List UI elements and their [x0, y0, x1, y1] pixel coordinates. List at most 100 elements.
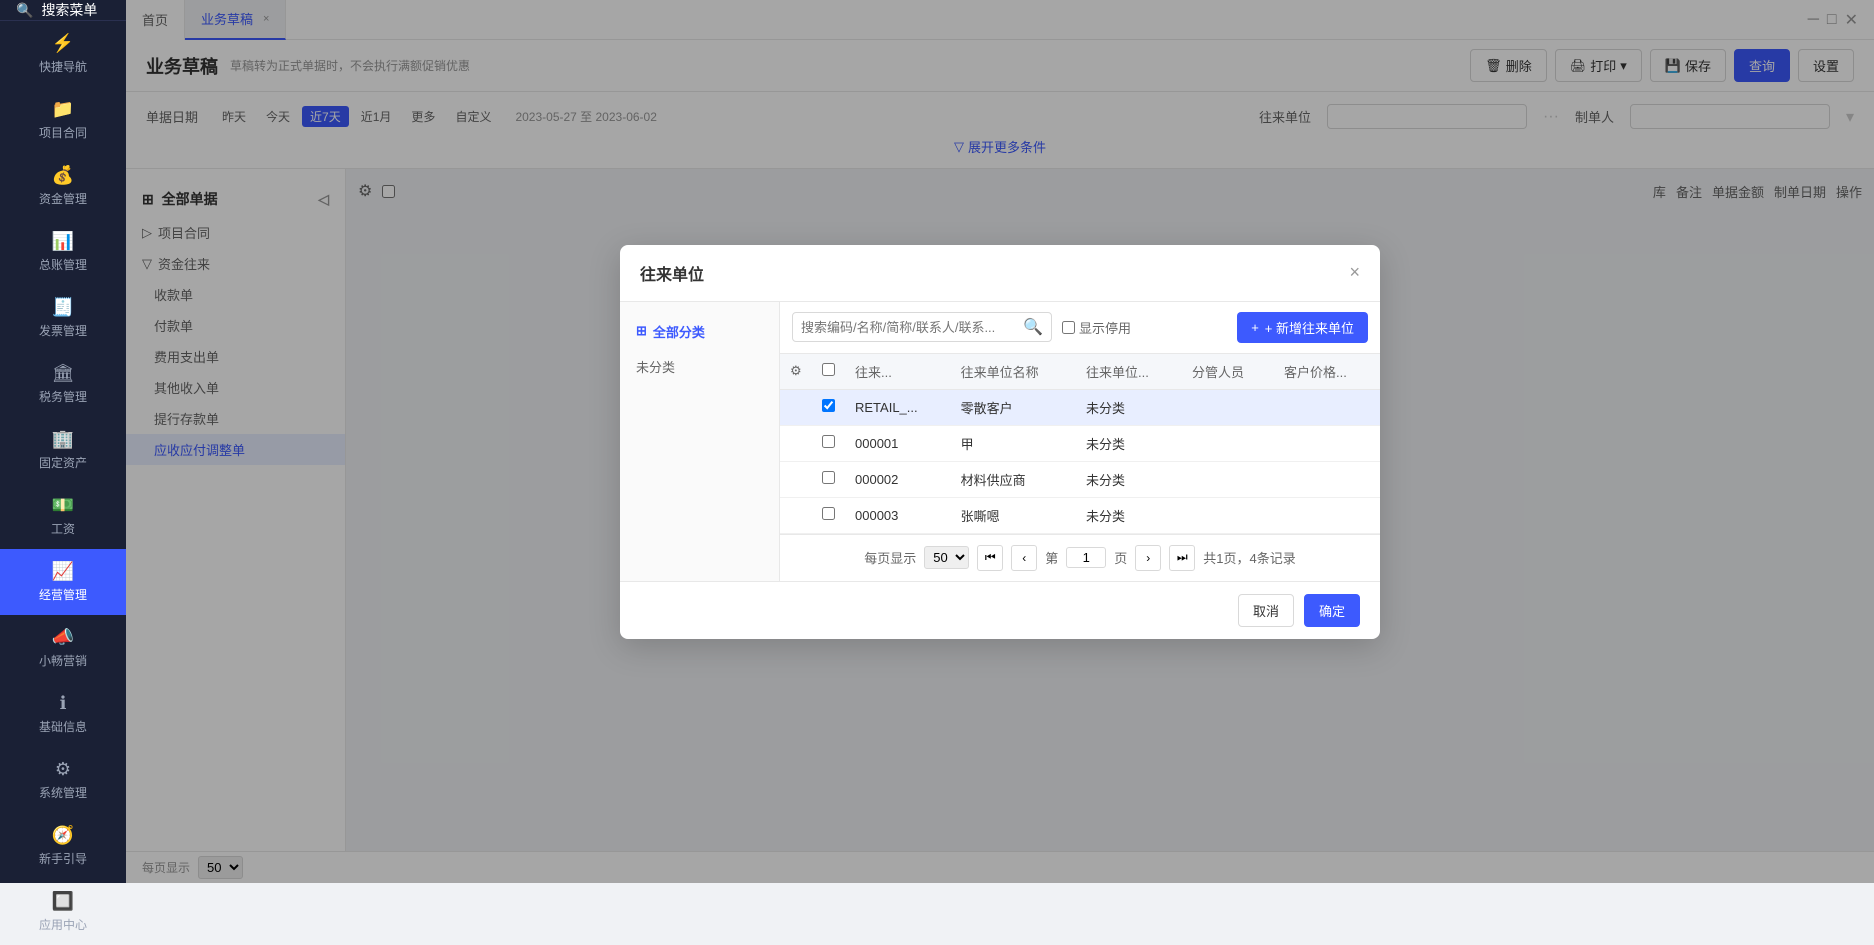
sidebar-item-invoice[interactable]: 🧾 发票管理 [0, 285, 126, 351]
sidebar-item-label: 项目合同 [39, 124, 87, 141]
dialog-toolbar: 🔍 显示停用 + + 新增往来单位 [780, 302, 1380, 354]
table-row[interactable]: 000003 张嘶嗯 未分类 [780, 497, 1380, 533]
cancel-button[interactable]: 取消 [1238, 594, 1294, 627]
salary-icon: 💵 [52, 495, 74, 516]
guide-icon: 🧭 [52, 825, 74, 846]
row-checkbox[interactable] [812, 461, 845, 497]
sidebar-item-basic[interactable]: ℹ 基础信息 [0, 681, 126, 747]
next-page-button[interactable]: › [1135, 545, 1161, 571]
marketing-icon: 📣 [52, 627, 74, 648]
table-select-all[interactable] [822, 363, 835, 376]
sidebar-item-label: 新手引导 [39, 850, 87, 867]
page-suffix: 页 [1114, 548, 1127, 567]
dialog-footer: 取消 确定 [620, 581, 1380, 639]
last-page-button[interactable]: ⏭ [1169, 545, 1195, 571]
sidebar-item-quicknav[interactable]: ⚡ 快捷导航 [0, 21, 126, 87]
add-icon: + [1251, 320, 1259, 335]
sidebar-item-appcenter[interactable]: 🔲 应用中心 [0, 879, 126, 945]
dialog-close-button[interactable]: × [1349, 262, 1360, 283]
basic-icon: ℹ [60, 693, 67, 714]
row-category: 未分类 [1076, 389, 1182, 425]
total-records: 共1页，4条记录 [1203, 548, 1295, 567]
accounting-icon: 📊 [52, 231, 74, 252]
row-name: 材料供应商 [951, 461, 1076, 497]
sidebar-item-salary[interactable]: 💵 工资 [0, 483, 126, 549]
finance-icon: 💰 [52, 165, 74, 186]
row-category: 未分类 [1076, 497, 1182, 533]
sidebar-item-assets[interactable]: 🏢 固定资产 [0, 417, 126, 483]
dialog-search-input[interactable] [801, 320, 1017, 335]
sidebar-item-label: 快捷导航 [39, 58, 87, 75]
row-manager [1182, 497, 1274, 533]
row-name: 甲 [951, 425, 1076, 461]
row-price [1274, 389, 1380, 425]
show-disabled-label: 显示停用 [1079, 318, 1131, 337]
grid-icon: ⊞ [636, 323, 647, 339]
sidebar-item-label: 应用中心 [39, 916, 87, 933]
sidebar-item-label: 总账管理 [39, 256, 87, 273]
sidebar-item-project[interactable]: 📁 项目合同 [0, 87, 126, 153]
search-icon: 🔍 [1023, 317, 1043, 337]
row-code: 000003 [845, 497, 951, 533]
row-check[interactable] [822, 399, 835, 412]
sidebar-item-system[interactable]: ⚙ 系统管理 [0, 747, 126, 813]
confirm-button[interactable]: 确定 [1304, 594, 1360, 627]
ops-icon: 📈 [52, 561, 74, 582]
app-logo[interactable]: 🔍 搜索菜单 [0, 0, 126, 21]
sidebar-item-label: 小畅营销 [39, 652, 87, 669]
row-name: 张嘶嗯 [951, 497, 1076, 533]
per-page-select[interactable]: 50 [924, 546, 969, 569]
col-manager: 分管人员 [1182, 354, 1274, 390]
dialog-pagination: 每页显示 50 ⏮ ‹ 第 页 › ⏭ 共1页，4条记录 [780, 534, 1380, 581]
prev-page-button[interactable]: ‹ [1011, 545, 1037, 571]
table-row[interactable]: 000001 甲 未分类 [780, 425, 1380, 461]
sidebar-item-label: 税务管理 [39, 388, 87, 405]
counterpart-table: ⚙ 往来... 往来单位名称 往来单位... [780, 354, 1380, 534]
sidebar-item-accounting[interactable]: 📊 总账管理 [0, 219, 126, 285]
add-counterpart-button[interactable]: + + 新增往来单位 [1237, 312, 1368, 343]
sidebar-item-marketing[interactable]: 📣 小畅营销 [0, 615, 126, 681]
sidebar-item-label: 资金管理 [39, 190, 87, 207]
sidebar-item-label: 工资 [51, 520, 75, 537]
sidebar-item-ops[interactable]: 📈 经营管理 [0, 549, 126, 615]
dialog-tree: ⊞ 全部分类 未分类 [620, 302, 780, 581]
row-code: RETAIL_... [845, 389, 951, 425]
col-category: 往来单位... [1076, 354, 1182, 390]
row-price [1274, 425, 1380, 461]
col-price: 客户价格... [1274, 354, 1380, 390]
row-checkbox[interactable] [812, 389, 845, 425]
sidebar-item-label: 发票管理 [39, 322, 87, 339]
col-settings[interactable]: ⚙ [780, 354, 812, 390]
invoice-icon: 🧾 [52, 297, 74, 318]
row-checkbox[interactable] [812, 497, 845, 533]
first-page-button[interactable]: ⏮ [977, 545, 1003, 571]
row-code: 000002 [845, 461, 951, 497]
system-icon: ⚙ [55, 759, 71, 780]
sidebar-item-label: 固定资产 [39, 454, 87, 471]
row-checkbox[interactable] [812, 425, 845, 461]
app-logo-label: 搜索菜单 [41, 0, 97, 20]
dialog-title: 往来单位 [640, 261, 704, 285]
show-disabled-checkbox[interactable] [1062, 321, 1075, 334]
dialog-right: 🔍 显示停用 + + 新增往来单位 [780, 302, 1380, 581]
row-check[interactable] [822, 471, 835, 484]
page-number-input[interactable] [1066, 547, 1106, 568]
row-category: 未分类 [1076, 425, 1182, 461]
sidebar: 🔍 搜索菜单 ⚡ 快捷导航 📁 项目合同 💰 资金管理 📊 总账管理 🧾 发票管… [0, 0, 126, 883]
sidebar-item-guide[interactable]: 🧭 新手引导 [0, 813, 126, 879]
table-row[interactable]: RETAIL_... 零散客户 未分类 [780, 389, 1380, 425]
row-check[interactable] [822, 435, 835, 448]
sidebar-item-label: 系统管理 [39, 784, 87, 801]
quicknav-icon: ⚡ [52, 33, 74, 54]
row-name: 零散客户 [951, 389, 1076, 425]
sidebar-item-tax[interactable]: 🏛 税务管理 [0, 351, 126, 417]
show-disabled-wrap: 显示停用 [1062, 318, 1131, 337]
row-settings [780, 389, 812, 425]
col-checkbox[interactable] [812, 354, 845, 390]
sidebar-item-finance[interactable]: 💰 资金管理 [0, 153, 126, 219]
dialog-tree-unclassified[interactable]: 未分类 [620, 349, 779, 384]
col-code: 往来... [845, 354, 951, 390]
dialog-tree-all[interactable]: ⊞ 全部分类 [620, 314, 779, 349]
table-row[interactable]: 000002 材料供应商 未分类 [780, 461, 1380, 497]
row-check[interactable] [822, 507, 835, 520]
